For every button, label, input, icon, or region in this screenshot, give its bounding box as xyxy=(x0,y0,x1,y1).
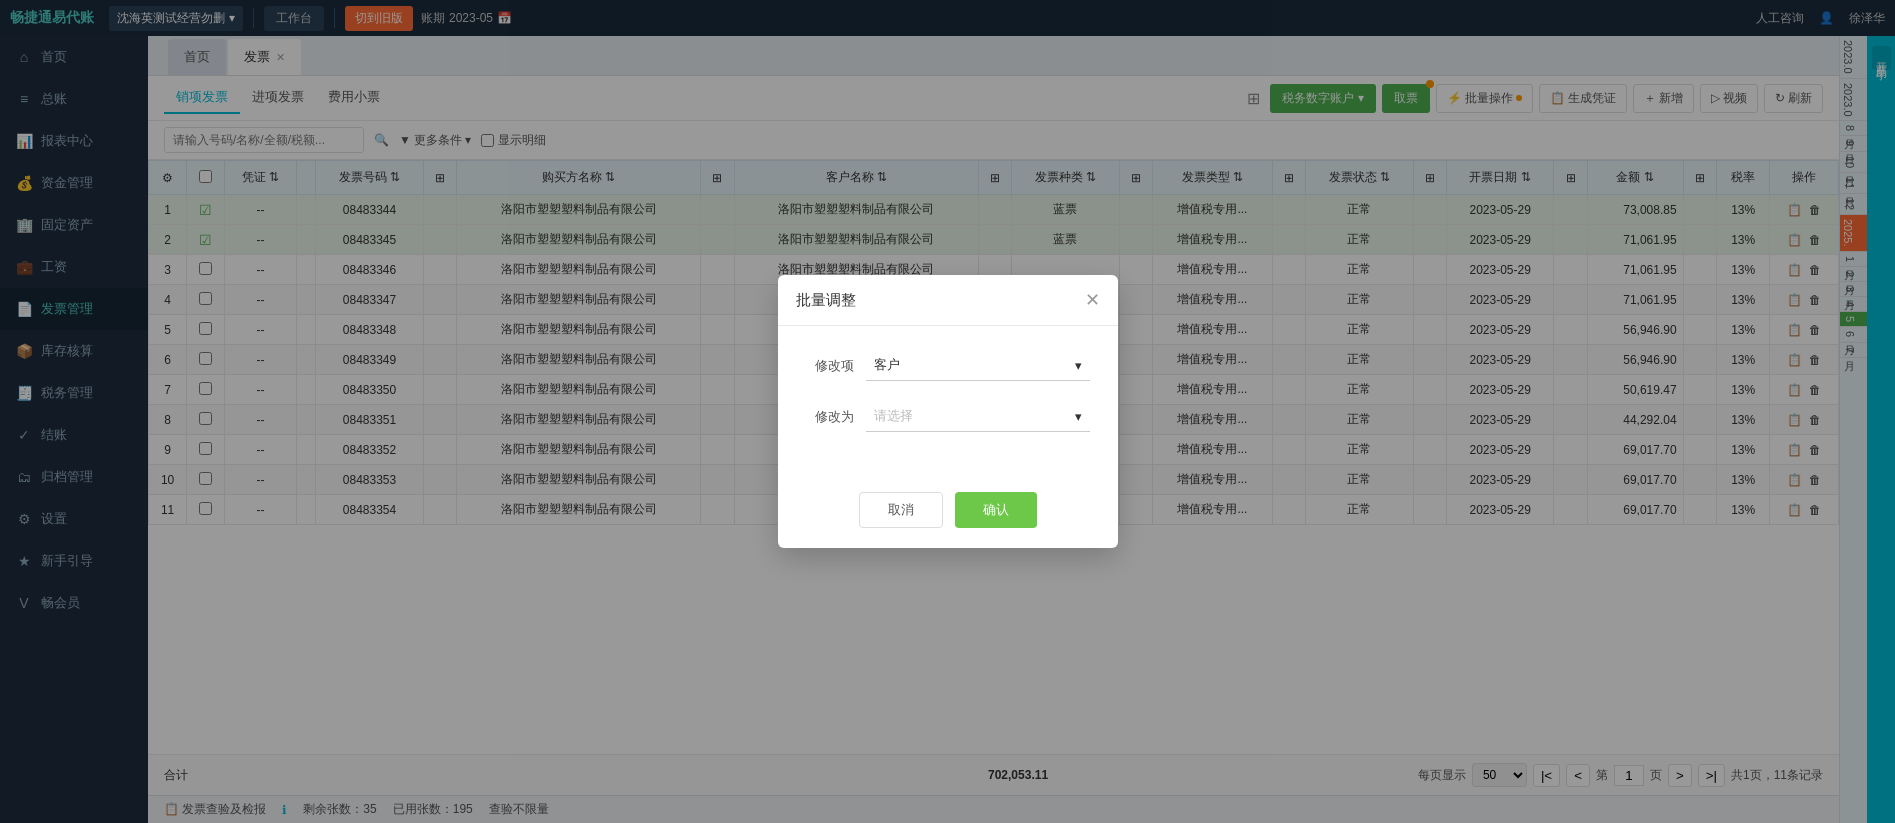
dropdown-arrow-icon: ▾ xyxy=(1075,358,1082,373)
modal-close-button[interactable]: ✕ xyxy=(1085,289,1100,311)
modal-footer: 取消 确认 xyxy=(778,476,1118,548)
modify-to-label: 修改为 xyxy=(806,408,854,426)
modify-field-select[interactable]: 客户 ▾ xyxy=(866,350,1090,381)
modify-to-select[interactable]: 请选择 ▾ xyxy=(866,401,1090,432)
modify-to-row: 修改为 请选择 ▾ xyxy=(806,401,1090,432)
modify-field-row: 修改项 客户 ▾ xyxy=(806,350,1090,381)
confirm-button[interactable]: 确认 xyxy=(955,492,1037,528)
cancel-button[interactable]: 取消 xyxy=(859,492,943,528)
dropdown-arrow2-icon: ▾ xyxy=(1075,409,1082,424)
modal-title: 批量调整 xyxy=(796,291,856,310)
modify-field-value: 客户 xyxy=(874,356,900,374)
batch-adjust-modal: 批量调整 ✕ 修改项 客户 ▾ 修改为 请选择 ▾ 取消 确认 xyxy=(778,275,1118,548)
modify-field-label: 修改项 xyxy=(806,357,854,375)
modify-to-placeholder: 请选择 xyxy=(874,407,913,425)
modal-header: 批量调整 ✕ xyxy=(778,275,1118,326)
modal-body: 修改项 客户 ▾ 修改为 请选择 ▾ xyxy=(778,326,1118,476)
modal-overlay[interactable]: 批量调整 ✕ 修改项 客户 ▾ 修改为 请选择 ▾ 取消 确认 xyxy=(0,0,1895,823)
